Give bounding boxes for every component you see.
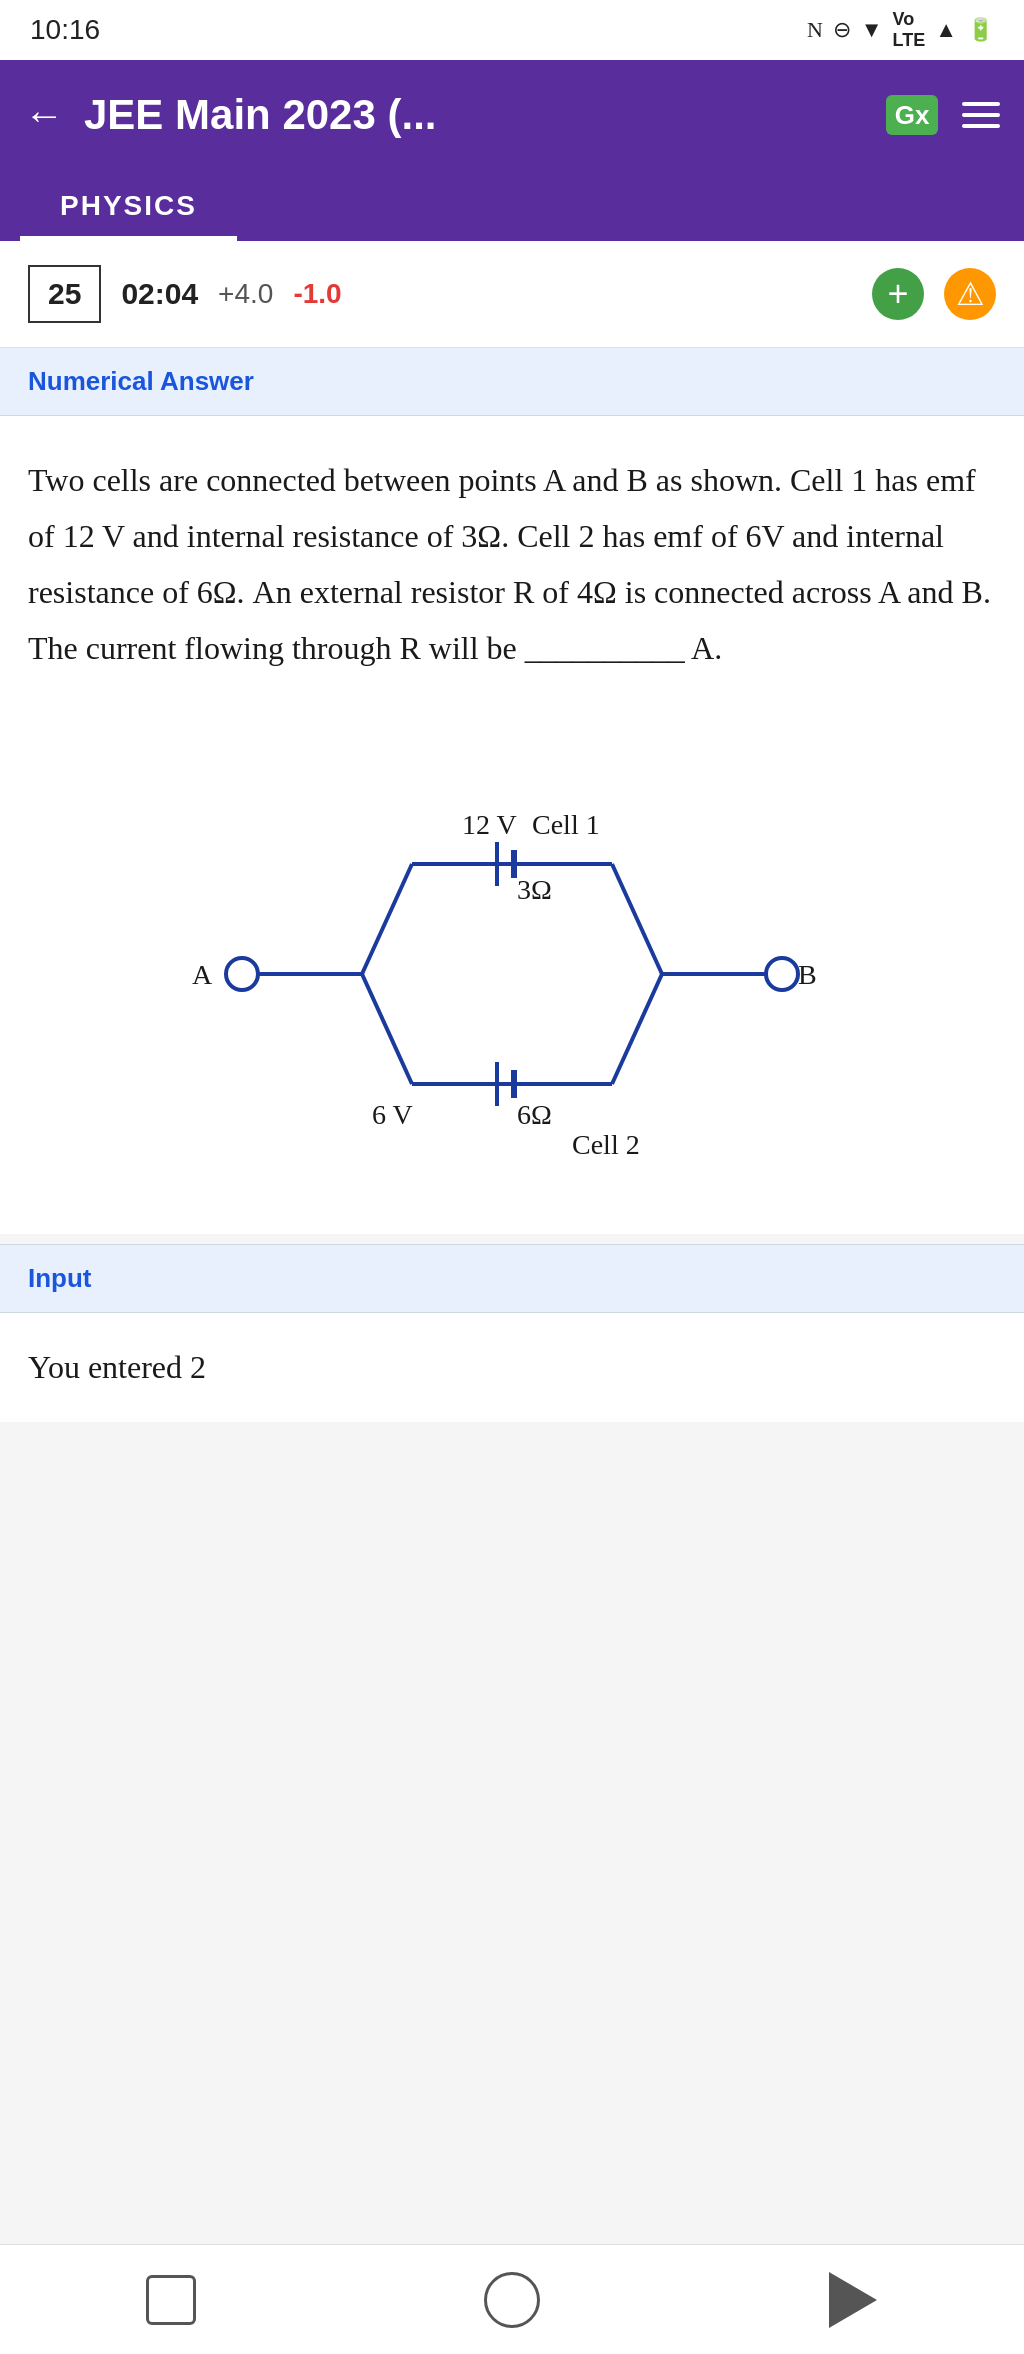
cell2-resistance-label: 6Ω — [517, 1099, 552, 1130]
status-icons: N ⊖ ▼ VoLTE ▲ 🔋 — [807, 9, 994, 51]
input-label: Input — [28, 1263, 92, 1293]
node-a-circle — [226, 958, 258, 990]
cell1-resistance-label: 3Ω — [517, 874, 552, 905]
warning-icon: ⚠ — [956, 278, 985, 310]
cell2-voltage-label: 6 V — [372, 1099, 413, 1130]
circle-icon — [484, 2272, 540, 2328]
circuit-diagram: .wire { stroke: #1a3a9e; stroke-width: 4… — [0, 704, 1024, 1234]
minus-icon: ⊖ — [833, 17, 851, 43]
input-value-text: You entered 2 — [28, 1349, 996, 1386]
cell1-name-label: Cell 1 — [532, 809, 600, 840]
home-button[interactable] — [136, 2265, 206, 2335]
input-bar: Input — [0, 1244, 1024, 1313]
lte-icon: VoLTE — [893, 9, 926, 51]
node-b-circle — [766, 958, 798, 990]
mark-positive: +4.0 — [218, 278, 273, 310]
app-bar-icons: Gx — [886, 95, 1000, 135]
battery-icon: 🔋 — [967, 17, 994, 43]
app-bar: ← JEE Main 2023 (... Gx — [0, 60, 1024, 170]
question-timer: 02:04 — [121, 277, 198, 311]
back-nav-button[interactable] — [477, 2265, 547, 2335]
signal-icon: ▼ — [861, 17, 883, 43]
answer-type-bar: Numerical Answer — [0, 348, 1024, 416]
tab-physics[interactable]: PHYSICS — [20, 170, 237, 241]
menu-button[interactable] — [962, 102, 1000, 128]
question-body: Two cells are connected between points A… — [0, 416, 1024, 704]
status-time: 10:16 — [30, 14, 100, 46]
tab-bar: PHYSICS — [0, 170, 1024, 241]
triangle-icon — [829, 2272, 877, 2328]
svg-line-1 — [362, 864, 412, 974]
mark-negative: -1.0 — [293, 278, 341, 310]
status-bar: 10:16 N ⊖ ▼ VoLTE ▲ 🔋 — [0, 0, 1024, 60]
report-button[interactable]: ⚠ — [944, 268, 996, 320]
svg-line-6 — [612, 974, 662, 1084]
notification-icon: N — [807, 17, 823, 43]
bookmark-add-button[interactable]: + — [872, 268, 924, 320]
circuit-svg: .wire { stroke: #1a3a9e; stroke-width: 4… — [162, 724, 862, 1204]
node-a-label: A — [192, 959, 213, 990]
translate-button[interactable]: Gx — [886, 95, 938, 135]
cell1-voltage-label: 12 V — [462, 809, 517, 840]
svg-line-3 — [612, 864, 662, 974]
question-number: 25 — [28, 265, 101, 323]
answer-type-label: Numerical Answer — [28, 366, 254, 396]
svg-line-4 — [362, 974, 412, 1084]
question-header: 25 02:04 +4.0 -1.0 + ⚠ — [0, 241, 1024, 348]
bottom-nav — [0, 2244, 1024, 2354]
bars-icon: ▲ — [935, 17, 957, 43]
input-body: You entered 2 — [0, 1313, 1024, 1422]
node-b-label: B — [798, 959, 817, 990]
question-text: Two cells are connected between points A… — [28, 452, 996, 676]
plus-icon: + — [887, 276, 908, 312]
prev-button[interactable] — [818, 2265, 888, 2335]
app-bar-title: JEE Main 2023 (... — [84, 91, 866, 139]
back-button[interactable]: ← — [24, 93, 64, 138]
cell2-name-label: Cell 2 — [572, 1129, 640, 1160]
square-icon — [146, 2275, 196, 2325]
